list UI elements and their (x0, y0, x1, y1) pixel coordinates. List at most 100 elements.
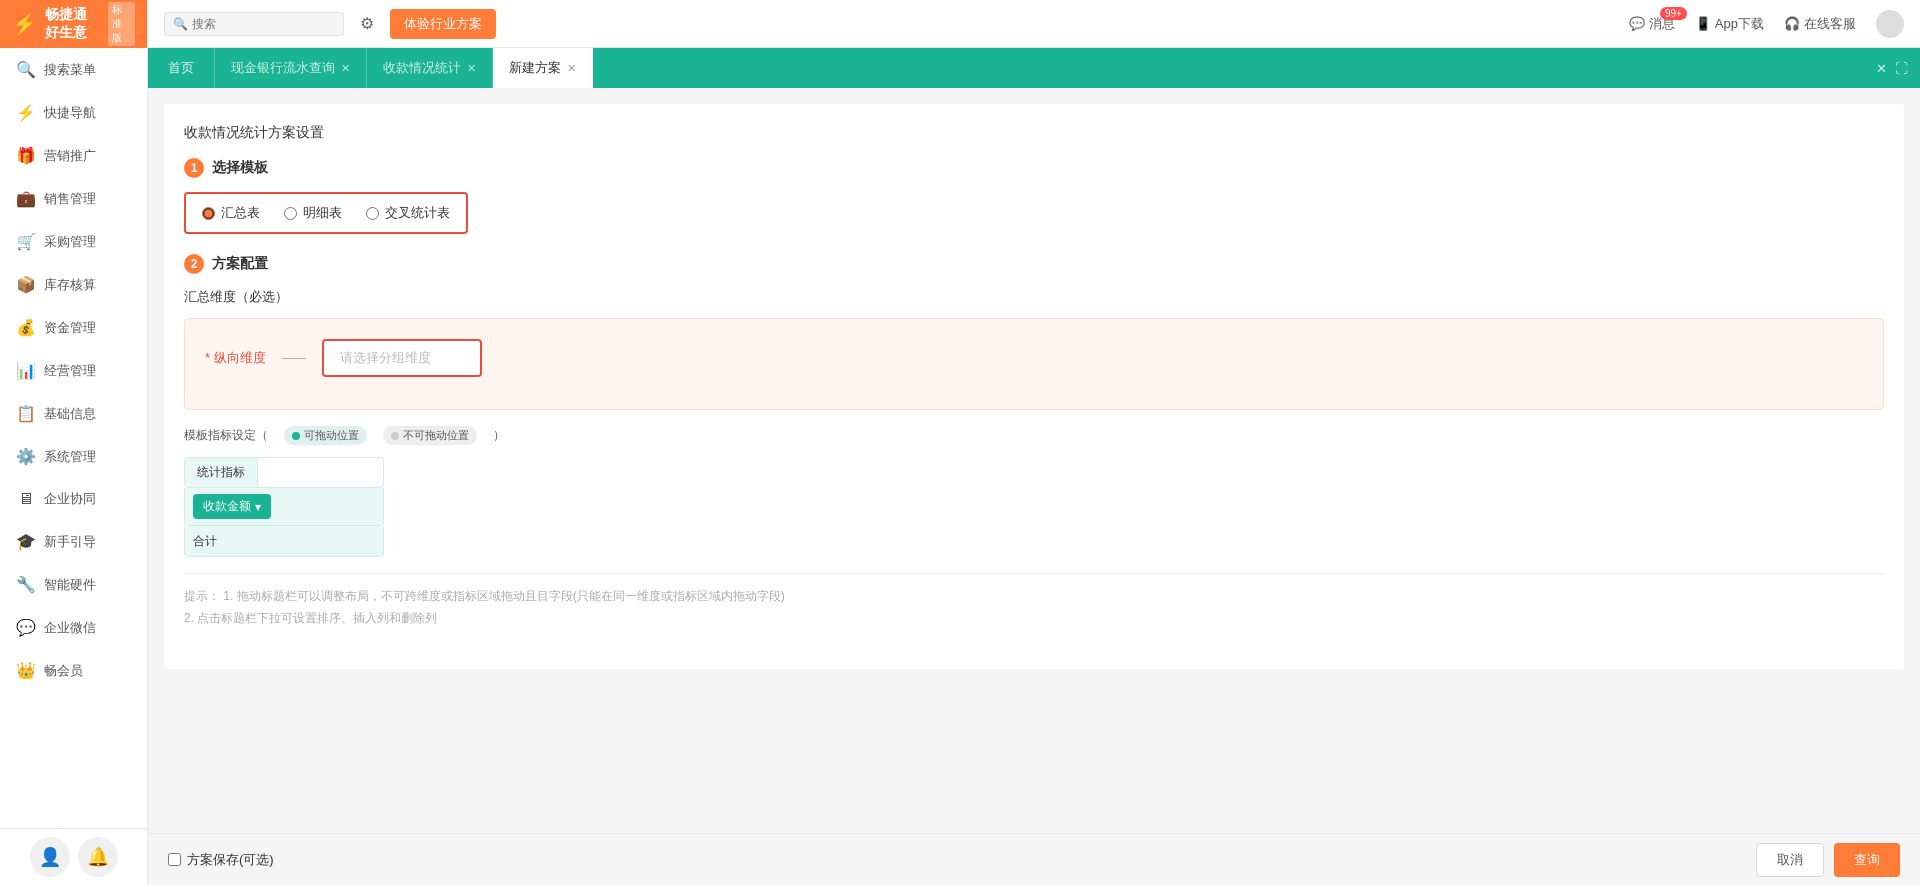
save-checkbox[interactable] (168, 853, 181, 866)
gear-icon: ⚙️ (16, 447, 36, 466)
sidebar-logo-text: 畅捷通好生意 (45, 6, 100, 42)
vertical-label: 纵向维度 (205, 349, 266, 367)
tab-cashflow[interactable]: 现金银行流水查询 ✕ (215, 48, 367, 88)
step2-number: 2 (184, 254, 204, 274)
sidebar-item-label: 搜索菜单 (44, 61, 96, 79)
wrench-icon: 🔧 (16, 575, 36, 594)
sidebar-item-purchase[interactable]: 🛒 采购管理 (0, 220, 147, 263)
industry-button[interactable]: 体验行业方案 (390, 9, 496, 39)
tab-newplan-close[interactable]: ✕ (567, 62, 576, 75)
radio-detail[interactable]: 明细表 (284, 204, 342, 222)
tips-section: 提示： 1. 拖动标题栏可以调整布局，不可跨维度或指标区域拖动且目字段(只能在同… (184, 573, 1884, 629)
user-avatar[interactable] (1876, 10, 1904, 38)
tab-receipts[interactable]: 收款情况统计 ✕ (367, 48, 493, 88)
sidebar-item-label: 快捷导航 (44, 104, 96, 122)
stat-indicator-header: 统计指标 (185, 458, 258, 487)
sidebar-item-label: 库存核算 (44, 276, 96, 294)
tab-cashflow-close[interactable]: ✕ (341, 62, 350, 75)
unmovable-label: 不可拖动位置 (403, 428, 469, 443)
dimension-select[interactable]: 请选择分组维度 (322, 339, 482, 377)
subtotal-label: 合计 (193, 533, 217, 550)
sidebar-item-label: 系统管理 (44, 448, 96, 466)
sidebar-item-system[interactable]: ⚙️ 系统管理 (0, 435, 147, 478)
sidebar-item-marketing[interactable]: 🎁 营销推广 (0, 134, 147, 177)
settings-panel: 收款情况统计方案设置 1 选择模板 汇总表 明细表 (164, 104, 1904, 669)
sidebar-item-basics[interactable]: 📋 基础信息 (0, 392, 147, 435)
topbar-search-box[interactable]: 🔍 (164, 12, 344, 36)
search-input[interactable] (192, 17, 332, 31)
sidebar-item-inventory[interactable]: 📦 库存核算 (0, 263, 147, 306)
tab-newplan[interactable]: 新建方案 ✕ (493, 48, 593, 88)
movable-badge: 可拖动位置 (284, 426, 367, 445)
radio-cross[interactable]: 交叉统计表 (366, 204, 450, 222)
crown-icon: 👑 (16, 661, 36, 680)
tab-receipts-close[interactable]: ✕ (467, 62, 476, 75)
sidebar-item-hardware[interactable]: 🔧 智能硬件 (0, 563, 147, 606)
indicator-tag-amount[interactable]: 收款金额 ▾ (193, 494, 271, 519)
movable-label: 可拖动位置 (304, 428, 359, 443)
search-icon: 🔍 (173, 17, 188, 31)
step1-number: 1 (184, 158, 204, 178)
sidebar-item-label: 智能硬件 (44, 576, 96, 594)
query-button[interactable]: 查询 (1834, 843, 1900, 877)
sidebar-item-enterprise[interactable]: 🖥 企业协同 (0, 478, 147, 520)
radio-summary-input[interactable] (202, 207, 215, 220)
message-button[interactable]: 💬 消息 99+ (1629, 15, 1675, 33)
sidebar-bottom-btn1[interactable]: 👤 (30, 837, 70, 877)
sidebar-item-label: 基础信息 (44, 405, 96, 423)
topbar: 🔍 ⚙ 体验行业方案 💬 消息 99+ 📱 App下载 🎧 在线客服 (148, 0, 1920, 48)
briefcase-icon: 💼 (16, 189, 36, 208)
tab-home[interactable]: 首页 (148, 48, 215, 88)
vertical-dimension-row: 纵向维度 —— 请选择分组维度 (205, 339, 1863, 377)
tab-cashflow-label: 现金银行流水查询 (231, 59, 335, 77)
sidebar-item-label: 新手引导 (44, 533, 96, 551)
step1-header: 1 选择模板 (184, 158, 1884, 178)
tab-close-icon[interactable]: ✕ (1876, 61, 1887, 76)
sidebar-item-label: 企业微信 (44, 619, 96, 637)
dropdown-icon: ▾ (255, 500, 261, 514)
cancel-button[interactable]: 取消 (1756, 843, 1824, 877)
sidebar-item-guide[interactable]: 🎓 新手引导 (0, 520, 147, 563)
graduation-icon: 🎓 (16, 532, 36, 551)
topbar-right: 💬 消息 99+ 📱 App下载 🎧 在线客服 (1629, 10, 1904, 38)
clipboard-icon: 📋 (16, 404, 36, 423)
sidebar-item-wechat[interactable]: 💬 企业微信 (0, 606, 147, 649)
settings-icon[interactable]: ⚙ (360, 14, 374, 33)
sidebar-item-finance[interactable]: 💰 资金管理 (0, 306, 147, 349)
tab-expand-icon[interactable]: ⛶ (1895, 61, 1908, 76)
sidebar-item-label: 畅会员 (44, 662, 83, 680)
save-option[interactable]: 方案保存(可选) (168, 851, 274, 869)
sidebar-item-label: 企业协同 (44, 490, 96, 508)
step2-title: 方案配置 (212, 255, 268, 273)
radio-cross-label: 交叉统计表 (385, 204, 450, 222)
footer-bar: 方案保存(可选) 取消 查询 (148, 833, 1920, 885)
download-button[interactable]: 📱 App下载 (1695, 15, 1764, 33)
sidebar-edition-badge: 标准版 (108, 2, 135, 46)
chat-icon: 💬 (16, 618, 36, 637)
sidebar-bottom: 👤 🔔 (0, 828, 147, 885)
radio-cross-input[interactable] (366, 207, 379, 220)
radio-summary[interactable]: 汇总表 (202, 204, 260, 222)
sidebar-item-label: 营销推广 (44, 147, 96, 165)
sidebar-item-operations[interactable]: 📊 经营管理 (0, 349, 147, 392)
message-badge: 99+ (1660, 7, 1687, 20)
indicator-section: 模板指标设定（ 可拖动位置 不可拖动位置 ） (184, 426, 1884, 557)
sidebar-item-sales[interactable]: 💼 销售管理 (0, 177, 147, 220)
gift-icon: 🎁 (16, 146, 36, 165)
sidebar-bottom-btn2[interactable]: 🔔 (78, 837, 118, 877)
sidebar-item-label: 资金管理 (44, 319, 96, 337)
indicator-setting-label: 模板指标设定（ (184, 427, 268, 444)
step2-header: 2 方案配置 (184, 254, 1884, 274)
sidebar-item-search[interactable]: 🔍 搜索菜单 (0, 48, 147, 91)
sidebar-item-member[interactable]: 👑 畅会员 (0, 649, 147, 692)
money-icon: 💰 (16, 318, 36, 337)
sidebar-item-quicknav[interactable]: ⚡ 快捷导航 (0, 91, 147, 134)
step2-section: 2 方案配置 汇总维度（必选） 纵向维度 —— 请选择分组维度 (184, 254, 1884, 629)
lightning-icon: ⚡ (16, 103, 36, 122)
monitor-icon: 🖥 (16, 490, 36, 508)
support-button[interactable]: 🎧 在线客服 (1784, 15, 1856, 33)
radio-detail-input[interactable] (284, 207, 297, 220)
support-label: 在线客服 (1804, 15, 1856, 33)
box-icon: 📦 (16, 275, 36, 294)
content-area: 收款情况统计方案设置 1 选择模板 汇总表 明细表 (148, 88, 1920, 833)
